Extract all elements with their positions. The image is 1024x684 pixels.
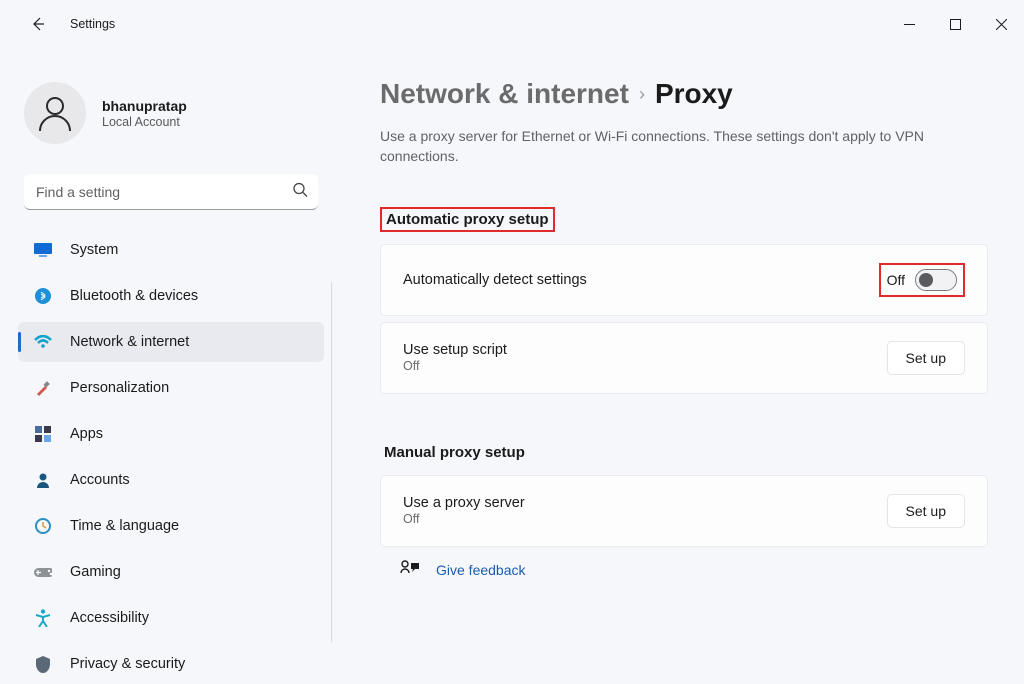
sidebar-item-label: System bbox=[70, 242, 118, 258]
sidebar-item-label: Accessibility bbox=[70, 610, 149, 626]
sidebar-item-label: Personalization bbox=[70, 380, 169, 396]
card-use-proxy-title: Use a proxy server bbox=[403, 495, 525, 511]
breadcrumb-current: Proxy bbox=[655, 78, 733, 110]
card-auto-detect-title: Automatically detect settings bbox=[403, 272, 587, 288]
feedback-link[interactable]: Give feedback bbox=[436, 562, 526, 578]
person-icon bbox=[34, 471, 52, 489]
arrow-left-icon bbox=[30, 16, 46, 32]
toggle-group-highlight: Off bbox=[879, 263, 965, 297]
clock-icon bbox=[34, 517, 52, 535]
feedback-icon bbox=[400, 559, 420, 582]
wifi-icon bbox=[34, 333, 52, 351]
sidebar-item-label: Privacy & security bbox=[70, 656, 185, 672]
monitor-icon bbox=[34, 241, 52, 259]
sidebar-item-label: Apps bbox=[70, 426, 103, 442]
profile-type: Local Account bbox=[102, 115, 187, 129]
person-icon bbox=[35, 93, 75, 133]
sidebar-item-system[interactable]: System bbox=[18, 230, 324, 270]
bt-icon bbox=[34, 287, 52, 305]
toggle-auto-detect[interactable] bbox=[915, 269, 957, 291]
card-use-proxy: Use a proxy server Off Set up bbox=[380, 475, 988, 547]
window-controls bbox=[886, 0, 1024, 48]
sidebar-divider bbox=[331, 282, 332, 642]
sidebar-item-accounts[interactable]: Accounts bbox=[18, 460, 324, 500]
sidebar-item-label: Bluetooth & devices bbox=[70, 288, 198, 304]
sidebar-item-privacy-security[interactable]: Privacy & security bbox=[18, 644, 324, 684]
access-icon bbox=[34, 609, 52, 627]
minimize-button[interactable] bbox=[886, 0, 932, 48]
nav-list: System Bluetooth & devices Network & inter… bbox=[18, 230, 324, 684]
profile-name: bhanupratap bbox=[102, 98, 187, 114]
toggle-auto-detect-label: Off bbox=[887, 272, 905, 288]
card-auto-detect: Automatically detect settings Off bbox=[380, 244, 988, 316]
card-use-proxy-sub: Off bbox=[403, 512, 525, 526]
close-button[interactable] bbox=[978, 0, 1024, 48]
sidebar: bhanupratap Local Account System Bluetoot… bbox=[0, 48, 332, 677]
sidebar-item-label: Accounts bbox=[70, 472, 130, 488]
maximize-icon bbox=[950, 19, 961, 30]
apps-icon bbox=[34, 425, 52, 443]
feedback-row: Give feedback bbox=[380, 559, 988, 582]
toggle-knob bbox=[919, 273, 933, 287]
avatar bbox=[24, 82, 86, 144]
maximize-button[interactable] bbox=[932, 0, 978, 48]
titlebar: Settings bbox=[0, 0, 1024, 48]
app-title: Settings bbox=[70, 17, 115, 31]
brush-icon bbox=[34, 379, 52, 397]
setup-script-button[interactable]: Set up bbox=[887, 341, 965, 375]
profile-block[interactable]: bhanupratap Local Account bbox=[18, 48, 324, 174]
section-manual-title: Manual proxy setup bbox=[380, 442, 529, 463]
card-use-script-sub: Off bbox=[403, 359, 507, 373]
gamepad-icon bbox=[34, 563, 52, 581]
sidebar-item-time-language[interactable]: Time & language bbox=[18, 506, 324, 546]
page-description: Use a proxy server for Ethernet or Wi-Fi… bbox=[380, 126, 940, 167]
main-content: Network & internet › Proxy Use a proxy s… bbox=[332, 48, 1024, 677]
card-use-script: Use setup script Off Set up bbox=[380, 322, 988, 394]
setup-proxy-button[interactable]: Set up bbox=[887, 494, 965, 528]
search-icon bbox=[292, 182, 308, 203]
sidebar-item-accessibility[interactable]: Accessibility bbox=[18, 598, 324, 638]
section-auto-title: Automatic proxy setup bbox=[380, 207, 555, 232]
chevron-right-icon: › bbox=[639, 84, 645, 105]
minimize-icon bbox=[904, 19, 915, 30]
close-icon bbox=[996, 19, 1007, 30]
card-use-script-title: Use setup script bbox=[403, 342, 507, 358]
sidebar-item-gaming[interactable]: Gaming bbox=[18, 552, 324, 592]
sidebar-item-personalization[interactable]: Personalization bbox=[18, 368, 324, 408]
breadcrumb-parent[interactable]: Network & internet bbox=[380, 78, 629, 110]
search-box bbox=[24, 174, 318, 210]
sidebar-item-network-internet[interactable]: Network & internet bbox=[18, 322, 324, 362]
breadcrumb: Network & internet › Proxy bbox=[380, 78, 988, 110]
sidebar-item-bluetooth-devices[interactable]: Bluetooth & devices bbox=[18, 276, 324, 316]
shield-icon bbox=[34, 655, 52, 673]
sidebar-item-label: Network & internet bbox=[70, 334, 189, 350]
search-input[interactable] bbox=[24, 174, 318, 210]
sidebar-item-label: Time & language bbox=[70, 518, 179, 534]
sidebar-item-apps[interactable]: Apps bbox=[18, 414, 324, 454]
sidebar-item-label: Gaming bbox=[70, 564, 121, 580]
back-button[interactable] bbox=[20, 6, 56, 42]
